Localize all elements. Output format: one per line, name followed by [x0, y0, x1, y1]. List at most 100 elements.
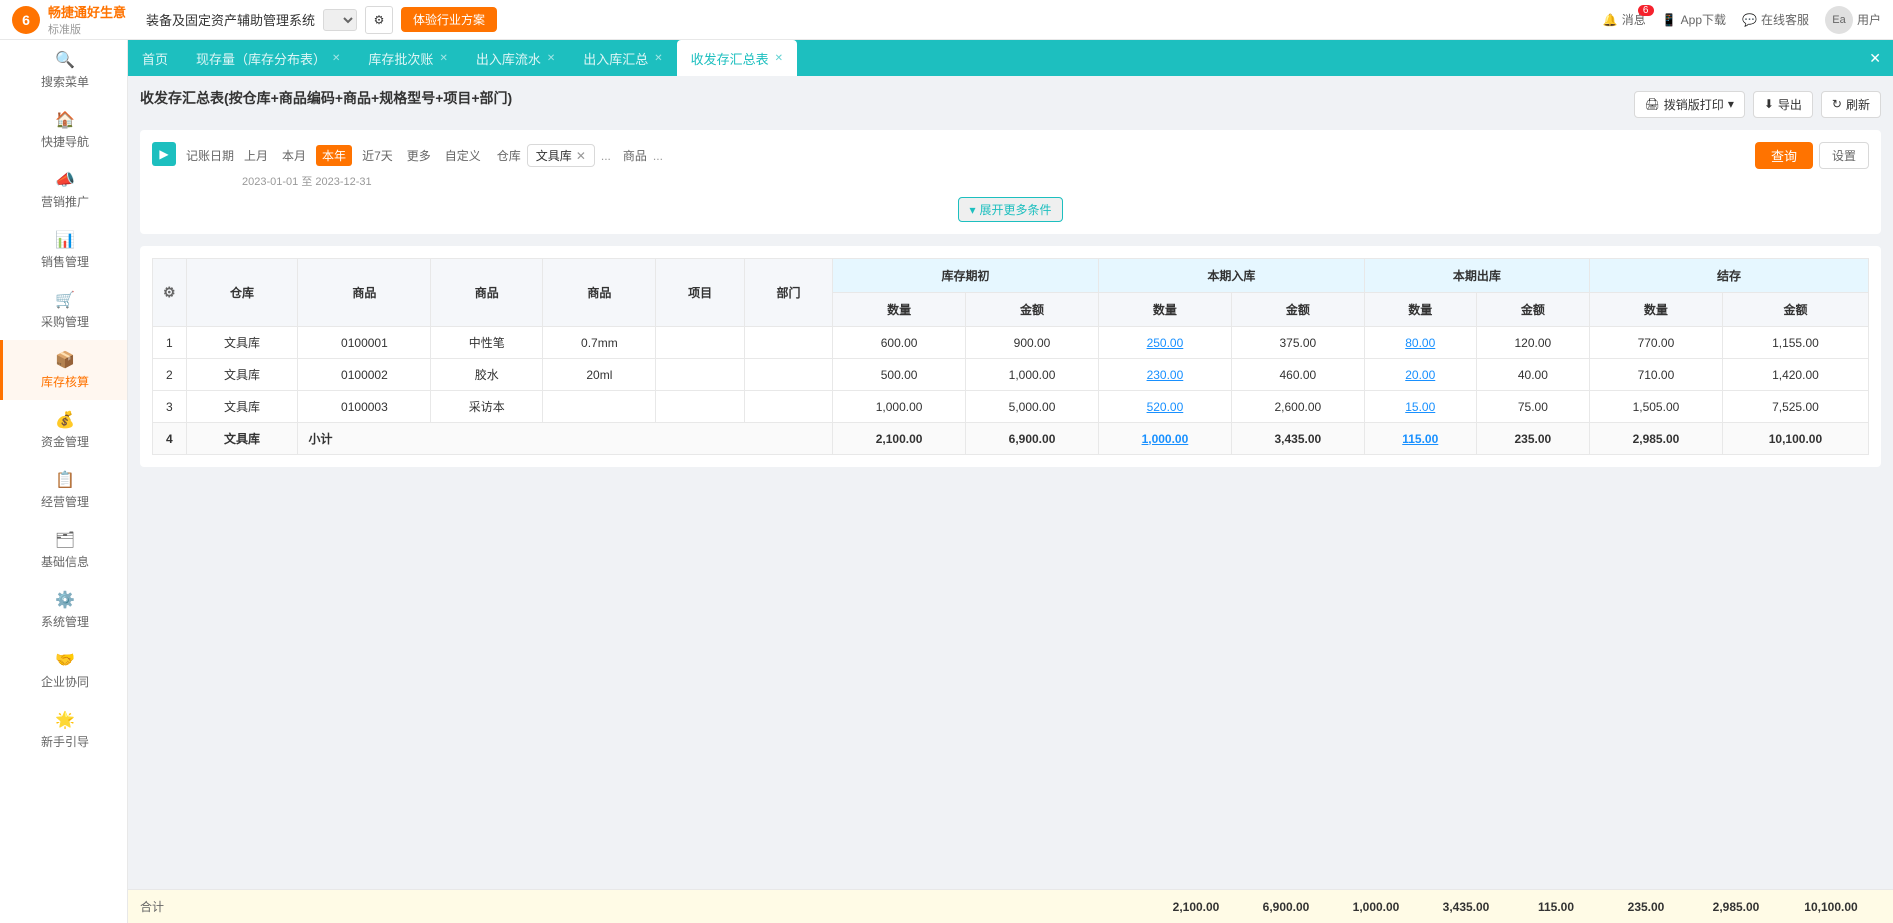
warehouse-more-btn[interactable]: ...	[601, 149, 611, 163]
expand-btn[interactable]: ▾ 展开更多条件	[958, 197, 1062, 222]
tab-stock-dist-close[interactable]: ✕	[332, 53, 340, 64]
sidebar-item-purchase[interactable]: 🛒 采购管理	[0, 280, 127, 340]
sidebar-item-search[interactable]: 🔍 搜索菜单	[0, 40, 127, 100]
row3-spec	[543, 391, 656, 423]
table-settings-header: ⚙	[153, 259, 187, 327]
brand-name: 畅捷通好生意	[48, 2, 126, 21]
sidebar-item-base-info[interactable]: 🗂 基础信息	[0, 520, 127, 580]
query-btn[interactable]: 查询	[1755, 142, 1813, 169]
app-download-label: App下载	[1681, 11, 1726, 28]
tab-batch-acct[interactable]: 库存批次账 ✕	[354, 40, 461, 76]
print-label: 拨销版打印	[1664, 96, 1724, 113]
app-download-btn[interactable]: 📱 App下载	[1662, 11, 1726, 28]
date-btn-this-year[interactable]: 本年	[316, 145, 352, 166]
settings-btn[interactable]: 设置	[1819, 142, 1869, 169]
sidebar-item-sales[interactable]: 📊 销售管理	[0, 220, 127, 280]
refresh-btn[interactable]: ↻ 刷新	[1821, 91, 1881, 118]
row3-out-qty[interactable]: 15.00	[1364, 391, 1476, 423]
export-icon: ⬇	[1764, 97, 1774, 111]
tab-receive-send-summary[interactable]: 收发存汇总表 ✕	[677, 40, 797, 76]
row3-in-amt: 2,600.00	[1231, 391, 1364, 423]
row3-in-qty[interactable]: 520.00	[1098, 391, 1231, 423]
tab-in-out-summary[interactable]: 出入库汇总 ✕	[569, 40, 676, 76]
brand-edition: 标准版	[48, 21, 126, 37]
row2-bal-amt: 1,420.00	[1722, 359, 1868, 391]
col-header-project: 项目	[656, 259, 744, 327]
purchase-icon: 🛒	[55, 290, 75, 310]
row2-in-qty[interactable]: 230.00	[1098, 359, 1231, 391]
goods-more-btn[interactable]: ...	[653, 149, 663, 163]
row1-open-qty: 600.00	[833, 327, 966, 359]
warehouse-tag-remove[interactable]: ✕	[576, 149, 586, 163]
tab-home[interactable]: 首页	[128, 40, 182, 76]
home-icon: 🏠	[55, 110, 75, 130]
refresh-icon: ↻	[1832, 97, 1842, 111]
operations-icon: 📋	[55, 470, 75, 490]
date-btn-custom[interactable]: 自定义	[441, 145, 485, 166]
sidebar-label-purchase: 采购管理	[41, 313, 89, 330]
app-container: 6 畅捷通好生意 标准版 装备及固定资产辅助管理系统 ⚙ 体验行业方案 🔔 消息…	[0, 0, 1893, 923]
table-card: ⚙ 仓库 商品 商品 商品 项目 部门 库存期初 本期入库	[140, 246, 1881, 467]
sidebar-item-operations[interactable]: 📋 经营管理	[0, 460, 127, 520]
tab-receive-send-close[interactable]: ✕	[775, 53, 783, 64]
expand-label: 展开更多条件	[980, 201, 1052, 218]
col-header-warehouse: 仓库	[186, 259, 298, 327]
subtotal-in-amt: 3,435.00	[1231, 423, 1364, 455]
sidebar-item-system[interactable]: ⚙️ 系统管理	[0, 580, 127, 640]
total-out-amt: 235.00	[1601, 900, 1691, 914]
export-btn[interactable]: ⬇ 导出	[1753, 91, 1813, 118]
date-btn-more[interactable]: 更多	[403, 145, 435, 166]
tab-batch-acct-close[interactable]: ✕	[439, 53, 447, 64]
content-area: 首页 现存量（库存分布表） ✕ 库存批次账 ✕ 出入库流水 ✕ 出入库汇总 ✕	[128, 40, 1893, 923]
sidebar-item-enterprise[interactable]: 🤝 企业协同	[0, 640, 127, 700]
row1-out-qty[interactable]: 80.00	[1364, 327, 1476, 359]
warehouse-tag[interactable]: 文具库 ✕	[527, 144, 595, 167]
filter-toggle-btn[interactable]: ▶	[152, 142, 176, 166]
subtotal-out-qty[interactable]: 115.00	[1364, 423, 1476, 455]
sidebar-item-finance[interactable]: 💰 资金管理	[0, 400, 127, 460]
warehouse-filter-label: 仓库	[497, 147, 521, 164]
sidebar-item-quick-nav[interactable]: 🏠 快捷导航	[0, 100, 127, 160]
user-btn[interactable]: Ea 用户	[1825, 6, 1881, 34]
tab-in-out-summary-close[interactable]: ✕	[654, 53, 662, 64]
sidebar-label-quick-nav: 快捷导航	[41, 133, 89, 150]
sidebar-item-inventory[interactable]: 📦 库存核算	[0, 340, 127, 400]
table-row: 2 文具库 0100002 胶水 20ml 500.00 1,000.00	[153, 359, 1869, 391]
print-btn[interactable]: 🖨 拨销版打印 ▾	[1634, 91, 1745, 118]
date-btn-last-month[interactable]: 上月	[240, 145, 272, 166]
sidebar-label-marketing: 营销推广	[41, 193, 89, 210]
system-selector[interactable]	[323, 9, 357, 31]
settings-icon[interactable]: ⚙	[365, 6, 393, 34]
tab-in-out-flow[interactable]: 出入库流水 ✕	[462, 40, 569, 76]
date-btn-this-month[interactable]: 本月	[278, 145, 310, 166]
subtotal-row: 4 文具库 小计 2,100.00 6,900.00 1,000.00 3,43…	[153, 423, 1869, 455]
system-icon: ⚙️	[55, 590, 75, 610]
date-btn-7days[interactable]: 近7天	[358, 145, 397, 166]
sidebar-label-operations: 经营管理	[41, 493, 89, 510]
page-title: 收发存汇总表(按仓库+商品编码+商品+规格型号+项目+部门)	[140, 88, 512, 108]
filter-actions: 查询 设置	[1755, 142, 1869, 169]
avatar: Ea	[1825, 6, 1853, 34]
row2-out-qty[interactable]: 20.00	[1364, 359, 1476, 391]
notification-btn[interactable]: 🔔 消息 6	[1603, 11, 1646, 28]
filter-content: 记账日期 上月 本月 本年 近7天 更多 自定义	[186, 142, 1869, 189]
tab-stock-dist[interactable]: 现存量（库存分布表） ✕	[182, 40, 354, 76]
expand-icon: ▾	[969, 203, 975, 217]
row1-bal-amt: 1,155.00	[1722, 327, 1868, 359]
subtotal-no: 4	[153, 423, 187, 455]
experience-btn[interactable]: 体验行业方案	[401, 7, 497, 32]
table-settings-icon[interactable]: ⚙	[163, 284, 176, 300]
row1-in-qty[interactable]: 250.00	[1098, 327, 1231, 359]
subtotal-in-qty[interactable]: 1,000.00	[1098, 423, 1231, 455]
row1-dept	[744, 327, 832, 359]
online-service-btn[interactable]: 💬 在线客服	[1742, 11, 1809, 28]
sidebar-item-marketing[interactable]: 📣 营销推广	[0, 160, 127, 220]
tab-in-out-flow-close[interactable]: ✕	[547, 53, 555, 64]
goods-filter: 商品 ...	[623, 147, 663, 164]
sidebar-item-guide[interactable]: 🌟 新手引导	[0, 700, 127, 760]
row2-no: 2	[153, 359, 187, 391]
total-bar: 合计 2,100.00 6,900.00 1,000.00 3,435.00 1…	[128, 889, 1893, 923]
tab-receive-send-label: 收发存汇总表	[691, 49, 769, 68]
row3-bal-amt: 7,525.00	[1722, 391, 1868, 423]
tab-bar-close[interactable]: ✕	[1857, 50, 1893, 67]
